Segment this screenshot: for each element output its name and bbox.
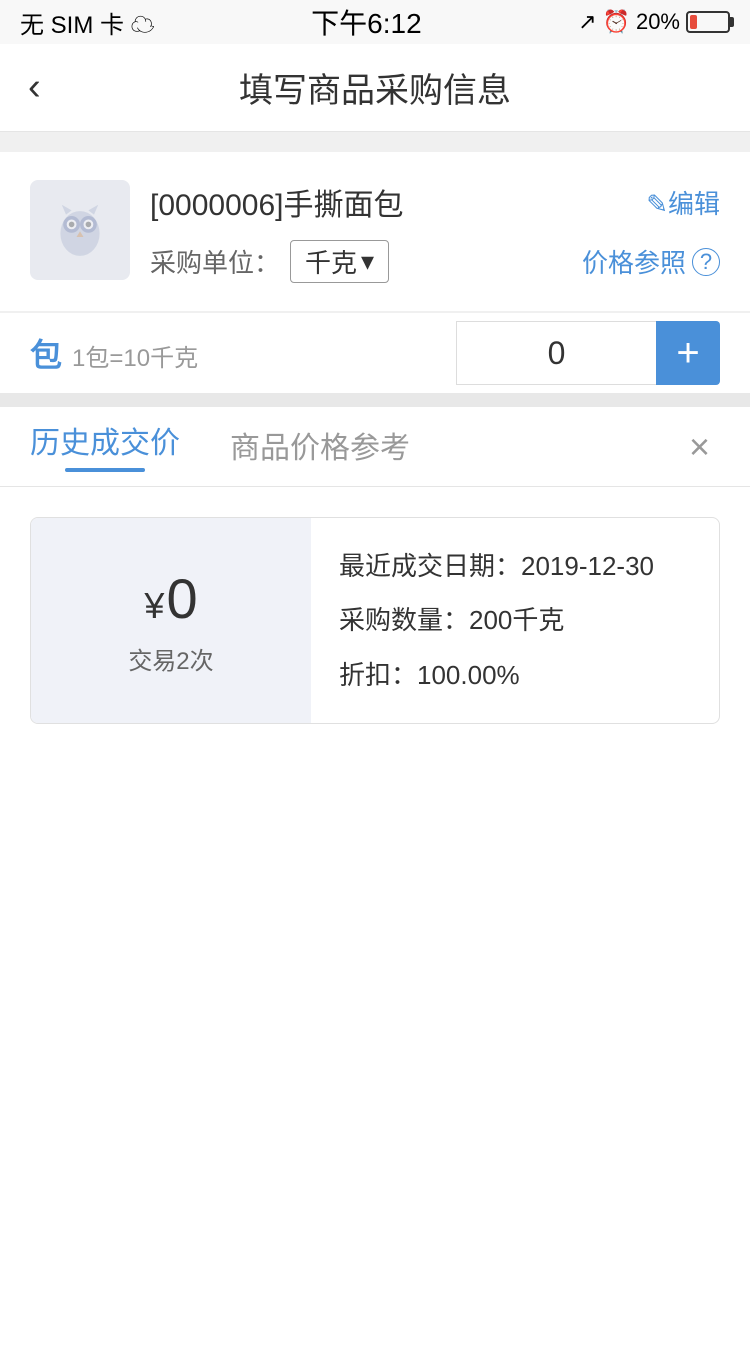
sim-label: 无 SIM 卡 ☁ — [20, 5, 155, 40]
product-card: [0000006]手撕面包 ✎编辑 采购单位： 千克 ▾ 价格参照 ? — [0, 152, 750, 311]
edit-link[interactable]: ✎编辑 — [646, 184, 720, 221]
qty-value: 200千克 — [469, 605, 564, 635]
status-time: 下午6:12 — [311, 2, 422, 42]
history-price-section: ¥ 0 交易2次 — [31, 518, 311, 723]
page-title: 填写商品采购信息 — [239, 63, 511, 112]
tab-product-label: 商品价格参考 — [230, 423, 410, 467]
tab-active-indicator — [65, 468, 145, 472]
quantity-label: 包 1包=10千克 — [30, 330, 198, 376]
bottom-space — [0, 754, 750, 1354]
price-ref-help-icon[interactable]: ? — [692, 248, 720, 276]
trade-count: 交易2次 — [128, 641, 213, 676]
date-label: 最近成交日期： — [339, 551, 521, 581]
quantity-sub: 1包=10千克 — [72, 338, 198, 373]
discount-value: 100.00% — [417, 660, 520, 690]
alarm-icon: ⏰ — [603, 9, 630, 35]
tab-history-label: 历史成交价 — [30, 418, 180, 462]
product-info: [0000006]手撕面包 ✎编辑 采购单位： 千克 ▾ 价格参照 ? — [150, 180, 720, 283]
history-details-section: 最近成交日期：2019-12-30 采购数量：200千克 折扣：100.00% — [311, 518, 719, 723]
purchase-qty-row: 采购数量：200千克 — [339, 602, 691, 638]
date-value: 2019-12-30 — [521, 551, 654, 581]
price-ref-button[interactable]: 价格参照 ? — [582, 243, 720, 280]
unit-row: 采购单位： 千克 ▾ — [150, 240, 389, 283]
qty-label: 采购数量： — [339, 605, 469, 635]
battery-pct: 20% — [636, 9, 680, 35]
tab-close-button[interactable]: × — [679, 416, 720, 478]
tabs-list: 历史成交价 商品价格参考 — [30, 418, 410, 476]
battery-indicator — [686, 11, 730, 33]
tab-product-price[interactable]: 商品价格参考 — [230, 423, 410, 471]
status-right: ↗ ⏰ 20% — [578, 9, 730, 35]
section-divider — [0, 393, 750, 407]
price-amount: 0 — [166, 566, 197, 631]
product-thumbnail — [30, 180, 130, 280]
quantity-control: + — [456, 321, 720, 385]
product-bottom-row: 采购单位： 千克 ▾ 价格参照 ? — [150, 240, 720, 283]
product-top-row: [0000006]手撕面包 ✎编辑 — [150, 180, 720, 224]
quantity-row: 包 1包=10千克 + — [0, 313, 750, 393]
product-name: [0000006]手撕面包 — [150, 180, 403, 224]
unit-select[interactable]: 千克 ▾ — [290, 240, 389, 283]
quantity-input[interactable] — [456, 321, 656, 385]
tab-history-price[interactable]: 历史成交价 — [30, 418, 180, 476]
price-currency-symbol: ¥ — [144, 585, 164, 627]
quantity-unit: 包 — [30, 330, 62, 376]
location-icon: ↗ — [578, 9, 596, 35]
discount-row: 折扣：100.00% — [339, 657, 691, 693]
status-left: 无 SIM 卡 ☁ — [20, 5, 155, 40]
tabs-header: 历史成交价 商品价格参考 × — [0, 407, 750, 487]
discount-label: 折扣： — [339, 660, 417, 690]
history-content: ¥ 0 交易2次 最近成交日期：2019-12-30 采购数量：200千克 折扣… — [0, 487, 750, 754]
nav-bar: ‹ 填写商品采购信息 — [0, 44, 750, 132]
last-trade-date-row: 最近成交日期：2019-12-30 — [339, 548, 691, 584]
history-card: ¥ 0 交易2次 最近成交日期：2019-12-30 采购数量：200千克 折扣… — [30, 517, 720, 724]
unit-label: 采购单位： — [150, 243, 280, 280]
tab-panel: 历史成交价 商品价格参考 × ¥ 0 交易2次 最近成交日期：2019-12-3… — [0, 407, 750, 754]
back-button[interactable]: ‹ — [28, 66, 41, 109]
quantity-plus-button[interactable]: + — [656, 321, 720, 385]
history-price-display: ¥ 0 — [144, 566, 197, 631]
status-bar: 无 SIM 卡 ☁ 下午6:12 ↗ ⏰ 20% — [0, 0, 750, 44]
